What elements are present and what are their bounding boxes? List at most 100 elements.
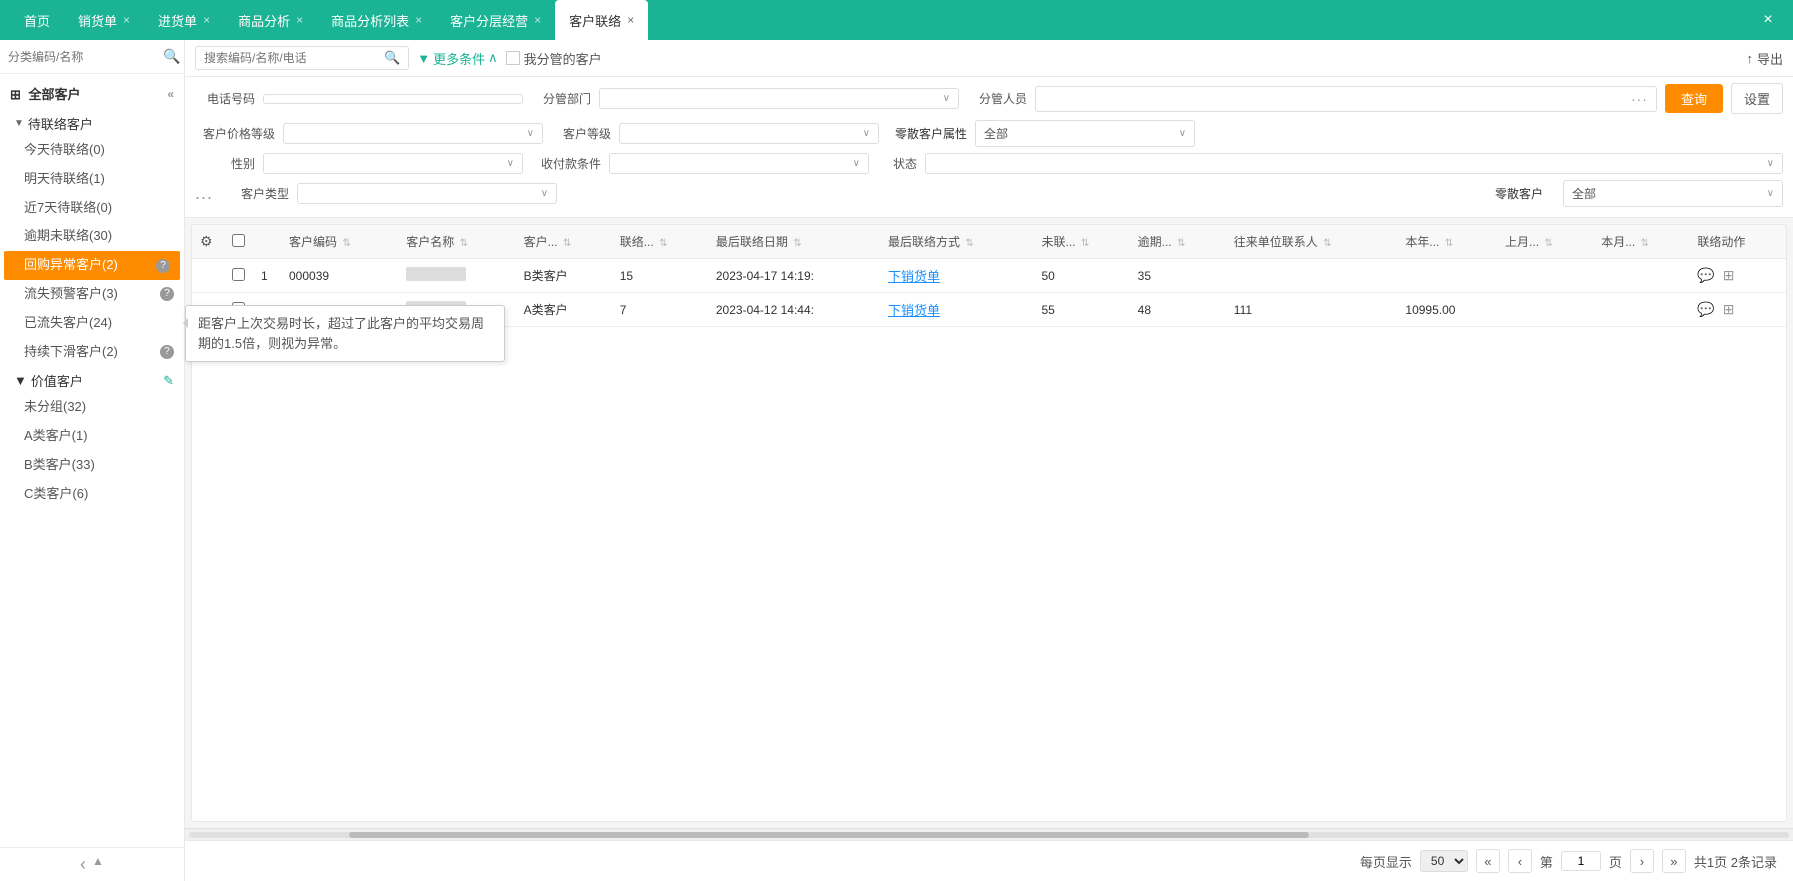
last-page-button[interactable]: » (1662, 849, 1686, 873)
sidebar-search-input[interactable] (8, 50, 163, 64)
sidebar-collapse-icon[interactable]: « (167, 87, 174, 101)
sidebar-item-7day-waiting[interactable]: 近7天待联络(0) (0, 194, 184, 223)
sidebar-item-today-waiting[interactable]: 今天待联络(0) (0, 136, 184, 165)
contact-method-link-1[interactable]: 下销货单 (888, 269, 940, 284)
sidebar-group-value[interactable]: ▼ 价值客户 ✎ (0, 366, 184, 393)
name-column-header[interactable]: 客户名称 ⇅ (398, 225, 515, 259)
window-close-button[interactable]: × (1753, 5, 1783, 35)
sidebar-item-overdue-waiting[interactable]: 逾期未联络(30) (0, 222, 184, 251)
sidebar-item-already-lost[interactable]: 已流失客户(24) (0, 309, 184, 338)
nav-item-goods-list[interactable]: 商品分析列表 × (317, 0, 436, 40)
more-dots-icon[interactable]: ... (195, 183, 213, 204)
prev-page-button[interactable]: ‹ (1508, 849, 1532, 873)
row-checkbox-1[interactable] (232, 268, 245, 281)
search-icon[interactable]: 🔍 (384, 50, 400, 66)
sidebar-bottom-label: ▲ (92, 854, 104, 875)
sidebar-search-area: 🔍 (0, 40, 184, 74)
customer-type-select[interactable]: ∨ (297, 183, 557, 204)
close-goods-list-icon[interactable]: × (415, 13, 422, 27)
code-column-header[interactable]: 客户编码 ⇅ (281, 225, 398, 259)
this-month-column-header[interactable]: 本月... ⇅ (1593, 225, 1689, 259)
checkbox-column-header[interactable] (224, 225, 253, 259)
search-input[interactable] (204, 51, 384, 65)
nav-item-customer-contact[interactable]: 客户联络 × (555, 0, 648, 40)
payment-select[interactable]: ∨ (609, 153, 869, 174)
customer-code-1[interactable]: 000039 (281, 259, 398, 293)
price-level-select[interactable]: ∨ (283, 123, 543, 144)
settings-button[interactable]: 设置 (1731, 83, 1783, 114)
grid-icon-1[interactable]: ⊞ (1723, 267, 1735, 284)
next-page-button[interactable]: › (1630, 849, 1654, 873)
customer-name-1[interactable] (398, 259, 515, 293)
contact-column-header[interactable]: 联络... ⇅ (612, 225, 708, 259)
manager-input[interactable]: ··· (1035, 86, 1657, 112)
sidebar-item-b-class[interactable]: B类客户(33) (0, 451, 184, 480)
first-page-button[interactable]: « (1476, 849, 1500, 873)
customer-level-select[interactable]: ∨ (619, 123, 879, 144)
nav-item-home[interactable]: 首页 (10, 0, 64, 40)
my-customers-checkbox[interactable] (506, 51, 520, 65)
code-sort-icon: ⇅ (342, 238, 350, 249)
type-column-header[interactable]: 客户... ⇅ (516, 225, 612, 259)
unit-contact-column-header[interactable]: 往来单位联系人 ⇅ (1226, 225, 1398, 259)
overdue-column-header[interactable]: 逾期... ⇅ (1130, 225, 1226, 259)
gear-column-header[interactable]: ⚙ (192, 225, 224, 259)
close-customer-contact-icon[interactable]: × (627, 13, 634, 27)
query-button[interactable]: 查询 (1665, 84, 1723, 113)
sidebar-item-tomorrow-waiting[interactable]: 明天待联络(1) (0, 165, 184, 194)
nav-item-sales[interactable]: 销货单 × (64, 0, 144, 40)
select-all-checkbox[interactable] (232, 234, 245, 247)
message-icon-1[interactable]: 💬 (1697, 267, 1714, 284)
sidebar-bottom-left-icon[interactable]: ‹ (80, 854, 86, 875)
sidebar-item-repurchase-abnormal[interactable]: 回购异常客户(2) ? (4, 251, 180, 280)
sidebar-item-a-class[interactable]: A类客户(1) (0, 422, 184, 451)
grid-icon-2[interactable]: ⊞ (1723, 301, 1735, 318)
scroll-thumb[interactable] (349, 832, 1309, 838)
gender-select[interactable]: ∨ (263, 153, 523, 174)
sidebar-all-customers-header[interactable]: ⊞ 全部客户 « (0, 78, 184, 109)
retail-customer-select[interactable]: 全部 ∨ (1563, 180, 1783, 207)
last-contact-method-2[interactable]: 下销货单 (880, 293, 1033, 327)
page-input[interactable] (1561, 851, 1601, 871)
not-contacted-1: 50 (1033, 259, 1129, 293)
page-size-select[interactable]: 50 (1420, 850, 1468, 872)
sidebar-group-waiting[interactable]: ▼ 待联络客户 (0, 109, 184, 136)
table-settings-icon[interactable]: ⚙ (200, 233, 213, 249)
gear-cell (192, 259, 224, 293)
my-customers-checkbox-wrap[interactable]: 我分管的客户 (506, 49, 602, 68)
close-purchase-icon[interactable]: × (203, 13, 210, 27)
last-contact-date-column-header[interactable]: 最后联络日期 ⇅ (708, 225, 880, 259)
contact-method-link-2[interactable]: 下销货单 (888, 303, 940, 318)
last-contact-method-1[interactable]: 下销货单 (880, 259, 1033, 293)
last-contact-method-column-header[interactable]: 最后联络方式 ⇅ (880, 225, 1033, 259)
sidebar-item-ungrouped[interactable]: 未分组(32) (0, 393, 184, 422)
waiting-arrow-icon: ▼ (14, 118, 24, 129)
nav-item-purchase[interactable]: 进货单 × (144, 0, 224, 40)
retail-attr-select[interactable]: 全部 ∨ (975, 120, 1195, 147)
export-button[interactable]: ↑ 导出 (1746, 49, 1783, 68)
not-contacted-column-header[interactable]: 未联... ⇅ (1033, 225, 1129, 259)
value-arrow-icon: ▼ (14, 373, 27, 388)
sidebar-item-c-class[interactable]: C类客户(6) (0, 480, 184, 509)
horizontal-scrollbar[interactable] (185, 828, 1793, 840)
manager-dots-icon[interactable]: ··· (1631, 91, 1648, 107)
message-icon-2[interactable]: 💬 (1697, 301, 1714, 318)
sidebar-search-icon[interactable]: 🔍 (163, 48, 180, 65)
last-month-column-header[interactable]: 上月... ⇅ (1497, 225, 1593, 259)
more-conditions-button[interactable]: ▼ 更多条件 ∧ (417, 49, 497, 68)
this-year-column-header[interactable]: 本年... ⇅ (1397, 225, 1497, 259)
status-select[interactable]: ∨ (925, 153, 1783, 174)
close-sales-icon[interactable]: × (123, 13, 130, 27)
filter-icon: ▼ (417, 51, 430, 66)
phone-input-field[interactable] (263, 94, 523, 104)
nav-item-goods-analysis[interactable]: 商品分析 × (224, 0, 317, 40)
nav-item-customer-segment[interactable]: 客户分层经营 × (436, 0, 555, 40)
sidebar-item-lost-warning[interactable]: 流失预警客户(3) ? (0, 280, 184, 309)
close-goods-analysis-icon[interactable]: × (296, 13, 303, 27)
this-year-2: 10995.00 (1397, 293, 1497, 327)
value-edit-icon[interactable]: ✎ (163, 373, 174, 389)
sidebar-item-continuous-down[interactable]: 持续下滑客户(2) ? (0, 338, 184, 367)
dept-select[interactable]: ∨ (599, 88, 959, 109)
close-customer-segment-icon[interactable]: × (534, 13, 541, 27)
checkbox-cell-1[interactable] (224, 259, 253, 293)
